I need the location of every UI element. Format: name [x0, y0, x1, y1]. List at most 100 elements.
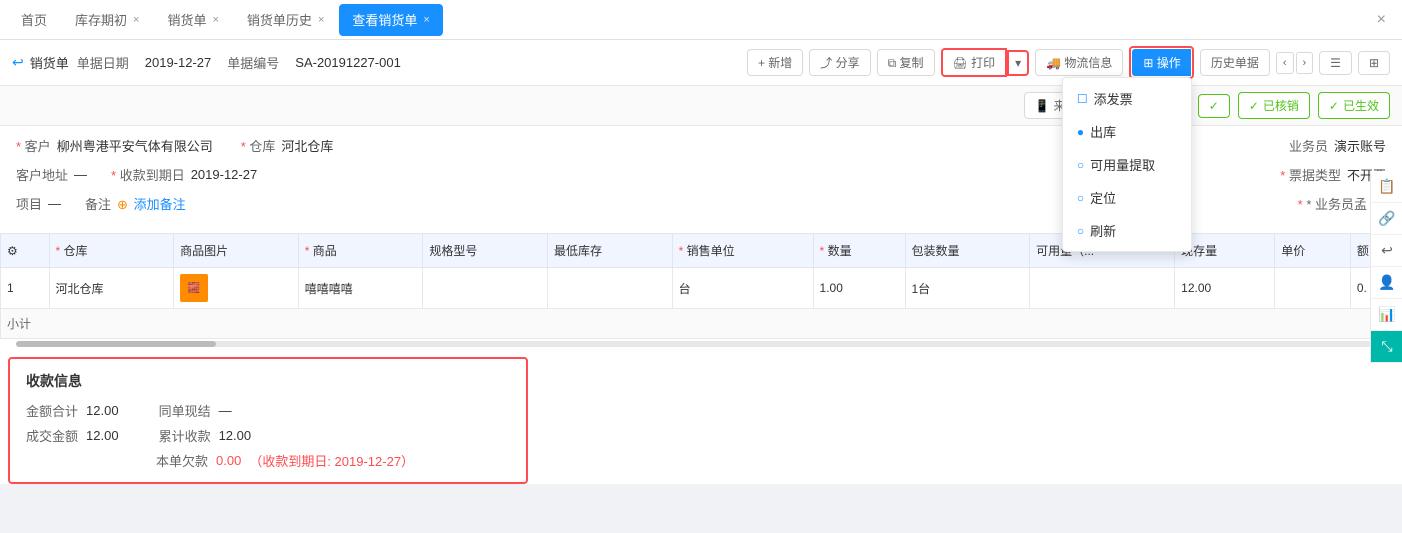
- copy-button[interactable]: ⧉ 复制: [877, 49, 935, 76]
- add-remark-label: 添加备注: [134, 197, 186, 212]
- effective-button[interactable]: ✓ 已生效: [1318, 92, 1390, 119]
- sidebar-expand-icon[interactable]: ⤡: [1371, 331, 1402, 363]
- add-invoice-label: 添发票: [1094, 89, 1133, 108]
- doc-type-icon: ↩: [12, 54, 24, 71]
- due-date-value: 2019-12-27: [191, 167, 258, 182]
- payment-row-2: 成交金额 12.00 累计收款 12.00: [26, 426, 510, 445]
- tab-bar: 首页 库存期初 × 销货单 × 销货单历史 × 查看销货单 × ×: [0, 0, 1402, 40]
- dropdown-refresh[interactable]: ○ 刷新: [1063, 214, 1191, 247]
- staff2-label: * 业务员孟: [1298, 194, 1367, 213]
- col-spec: 规格型号: [423, 234, 548, 268]
- total-amount-value: 12.00: [86, 403, 119, 418]
- total-amount-label: 金额合计: [26, 401, 78, 420]
- due-date-field: 收款到期日 2019-12-27: [111, 165, 257, 184]
- payment-panel: 收款信息 金额合计 12.00 同单现结 — 成交金额 12.00 累计收款: [8, 357, 528, 484]
- deal-amount-value: 12.00: [86, 428, 119, 443]
- row-qty: 1.00: [813, 268, 905, 309]
- row-no: 1: [1, 268, 50, 309]
- sidebar-user-icon[interactable]: 👤: [1371, 267, 1402, 299]
- close-tab-sales-history[interactable]: ×: [318, 14, 324, 26]
- print-dropdown-button[interactable]: ▾: [1007, 50, 1029, 76]
- ops-button[interactable]: ⊞ 操作: [1132, 49, 1190, 76]
- dropdown-outbound[interactable]: ● 出库: [1063, 115, 1191, 148]
- same-bill-label: 同单现结: [159, 401, 211, 420]
- tab-sales-history[interactable]: 销货单历史 ×: [234, 4, 337, 36]
- product-img-icon: 🧱: [188, 283, 200, 294]
- col-qty: 数量: [813, 234, 905, 268]
- warehouse-label: 仓库: [241, 136, 276, 155]
- product-table-wrapper: ⚙ 仓库 商品图片 商品 规格型号 最低库存 销售单位 数量 包装数量 可用量（…: [0, 233, 1402, 349]
- history-button[interactable]: 历史单据: [1200, 49, 1270, 76]
- staff-label: 业务员: [1289, 136, 1328, 155]
- effective-label: 已生效: [1343, 97, 1379, 114]
- address-value: —: [74, 167, 87, 182]
- list-view-button[interactable]: ☰: [1319, 51, 1352, 75]
- ticket-label: 票据类型: [1280, 165, 1341, 184]
- tab-view-sales[interactable]: 查看销货单 ×: [339, 4, 442, 36]
- staff-value: 演示账号: [1334, 136, 1386, 155]
- sidebar-copy-icon[interactable]: 📋: [1371, 171, 1402, 203]
- col-image: 商品图片: [174, 234, 299, 268]
- owed-item: 本单欠款 0.00 （收款到期日: 2019-12-27）: [156, 451, 414, 470]
- next-button[interactable]: ›: [1296, 52, 1314, 74]
- add-remark-button[interactable]: ⊕ 添加备注: [117, 194, 186, 213]
- doc-meta: 单据日期 2019-12-27 单据编号 SA-20191227-001: [77, 53, 739, 72]
- payment-row-3: 本单欠款 0.00 （收款到期日: 2019-12-27）: [26, 451, 510, 470]
- tab-home-label: 首页: [21, 10, 47, 29]
- dropdown-locate[interactable]: ○ 定位: [1063, 181, 1191, 214]
- col-gear: ⚙: [1, 234, 50, 268]
- payment-title: 收款信息: [26, 371, 510, 391]
- avail-qty-label: 可用量提取: [1090, 155, 1155, 174]
- written-off-icon: ✓: [1249, 99, 1259, 113]
- staff-field: 业务员 演示账号: [1289, 136, 1386, 155]
- add-button[interactable]: + 新增: [747, 49, 803, 76]
- written-off-label: 已核销: [1263, 97, 1299, 114]
- locate-icon: ○: [1077, 191, 1084, 205]
- close-tab-inventory[interactable]: ×: [133, 14, 139, 26]
- window-close-button[interactable]: ×: [1369, 11, 1394, 29]
- logistics-button[interactable]: 🚚 物流信息: [1035, 49, 1123, 76]
- col-unit: 销售单位: [672, 234, 813, 268]
- sidebar-link-icon[interactable]: 🔗: [1371, 203, 1402, 235]
- close-tab-sales[interactable]: ×: [212, 14, 218, 26]
- payment-rows: 金额合计 12.00 同单现结 — 成交金额 12.00 累计收款 12.00: [26, 401, 510, 470]
- address-label: 客户地址: [16, 165, 68, 184]
- tab-sales[interactable]: 销货单 ×: [154, 4, 231, 36]
- deal-amount-item: 成交金额 12.00: [26, 426, 119, 445]
- row-min-stock: [547, 268, 672, 309]
- main-content: ↩ 销货单 单据日期 2019-12-27 单据编号 SA-20191227-0…: [0, 40, 1402, 484]
- toolbar-actions: + 新增 ⤴ 分享 ⧉ 复制 🖨 打印 ▾ 🚚 物流信息 ⊞ 操作 ☐ 添发票 …: [747, 46, 1390, 79]
- share-button[interactable]: ⤴ 分享: [809, 49, 870, 76]
- sidebar-return-icon[interactable]: ↩: [1371, 235, 1402, 267]
- refresh-label: 刷新: [1090, 221, 1116, 240]
- cumulative-item: 累计收款 12.00: [159, 426, 252, 445]
- due-date-label: 收款到期日: [111, 165, 185, 184]
- grid-view-button[interactable]: ⊞: [1358, 51, 1390, 75]
- owed-label: 本单欠款: [156, 451, 208, 470]
- project-label: 项目: [16, 194, 42, 213]
- table-scrollbar[interactable]: [16, 341, 1386, 347]
- sidebar-chart-icon[interactable]: 📊: [1371, 299, 1402, 331]
- avail-qty-icon: ○: [1077, 158, 1084, 172]
- prev-button[interactable]: ‹: [1276, 52, 1294, 74]
- date-value: 2019-12-27: [145, 55, 212, 70]
- close-tab-view-sales[interactable]: ×: [423, 14, 429, 26]
- dropdown-avail-qty[interactable]: ○ 可用量提取: [1063, 148, 1191, 181]
- doc-no-label: 单据编号: [227, 53, 279, 72]
- cumulative-label: 累计收款: [159, 426, 211, 445]
- confirmed-button[interactable]: ✓: [1198, 94, 1230, 118]
- dropdown-add-invoice[interactable]: ☐ 添发票: [1063, 82, 1191, 115]
- add-invoice-icon: ☐: [1077, 92, 1088, 106]
- tab-home[interactable]: 首页: [8, 4, 60, 36]
- mobile-icon: 📱: [1035, 99, 1050, 113]
- customer-label: 客户: [16, 136, 51, 155]
- row-image: 🧱: [174, 268, 299, 309]
- scrollbar-thumb: [16, 341, 216, 347]
- cumulative-value: 12.00: [219, 428, 252, 443]
- refresh-icon: ○: [1077, 224, 1084, 238]
- written-off-button[interactable]: ✓ 已核销: [1238, 92, 1310, 119]
- owed-note: （收款到期日: 2019-12-27）: [249, 451, 414, 470]
- row-product: 嘻嘻嘻嘻: [298, 268, 423, 309]
- tab-inventory[interactable]: 库存期初 ×: [62, 4, 152, 36]
- print-button[interactable]: 🖨 打印: [941, 48, 1008, 77]
